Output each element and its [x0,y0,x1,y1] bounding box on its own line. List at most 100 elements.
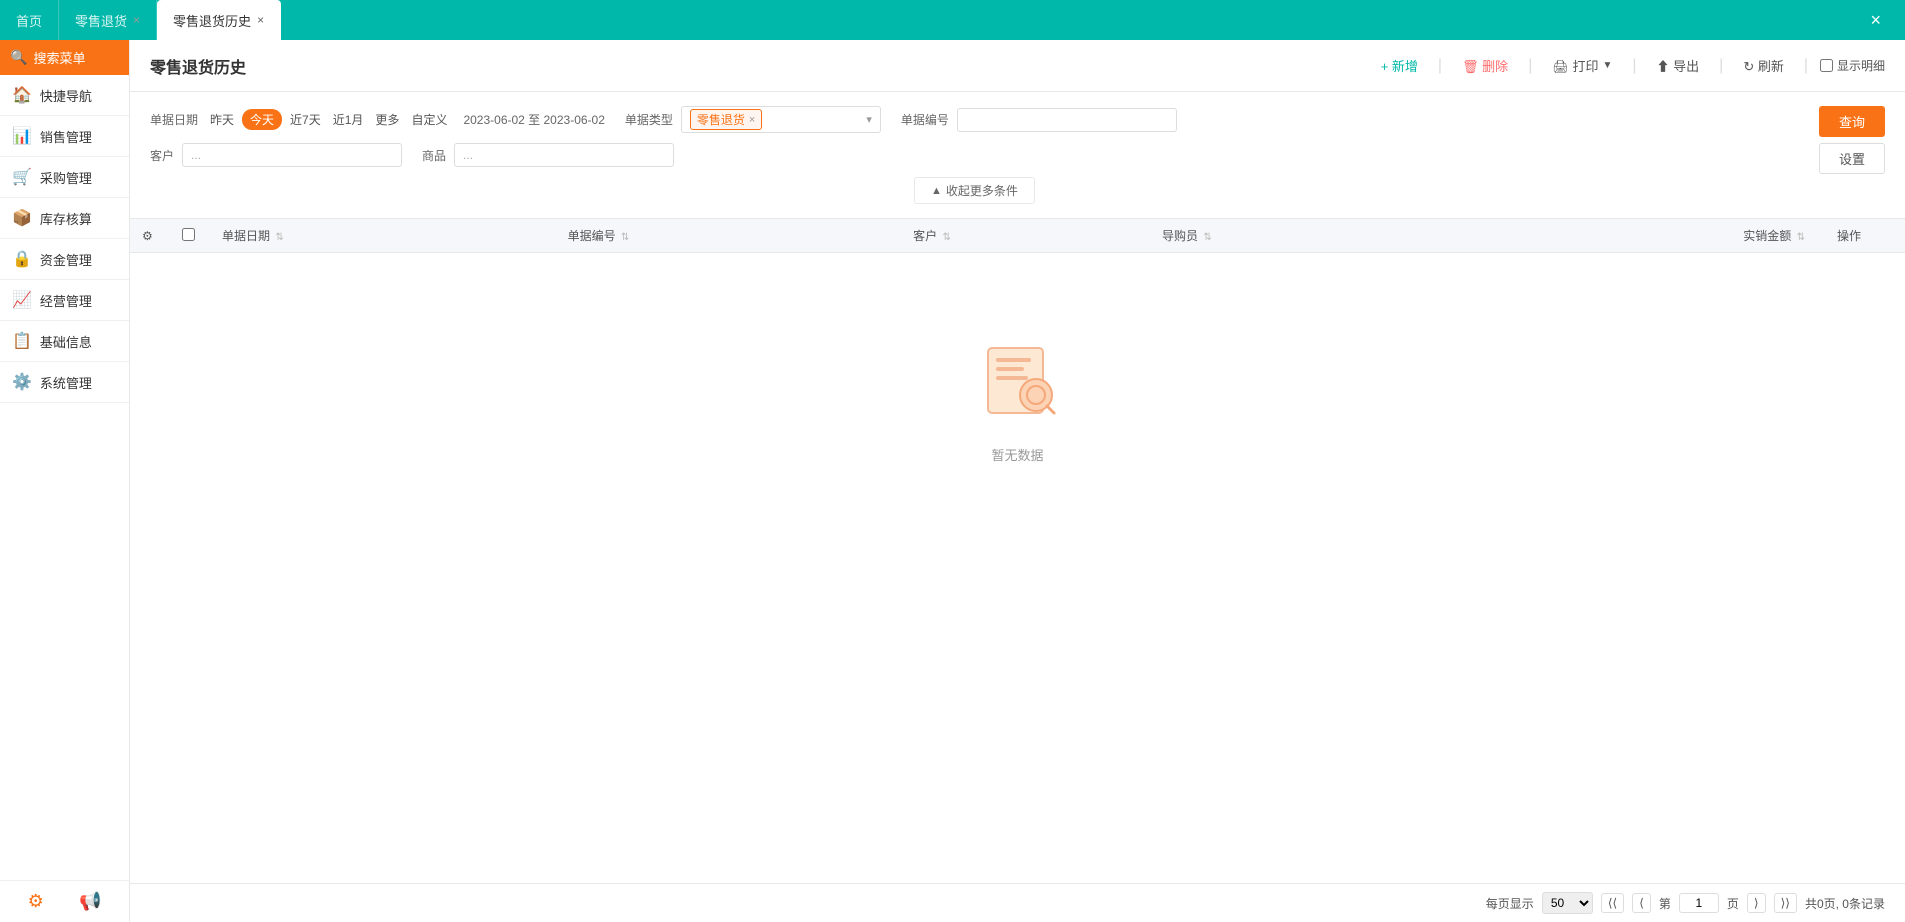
voucher-no-input[interactable] [957,108,1177,132]
voucher-type-label: 单据类型 [625,111,673,128]
col-guide[interactable]: 导购员 ⇅ [1150,219,1447,253]
date-field: 单据日期 昨天 今天 近7天 近1月 更多 自定义 2023-06-02 至 2… [150,109,605,130]
empty-text: 暂无数据 [991,445,1043,464]
new-button[interactable]: + 新增 [1373,52,1426,79]
goods-label: 商品 [422,147,446,164]
table-settings-col[interactable]: ⚙ [130,219,170,253]
sidebar-item-system-mgmt[interactable]: ⚙️ 系统管理 [0,362,129,403]
date-yesterday[interactable]: 昨天 [206,109,238,130]
sidebar-item-label: 系统管理 [40,373,92,392]
speaker-icon[interactable]: 📢 [79,891,101,912]
sidebar-item-finance[interactable]: 🔒 资金管理 [0,239,129,280]
select-all-checkbox[interactable] [182,228,195,241]
separator-4: | [1719,57,1723,75]
date-week[interactable]: 近7天 [286,109,325,130]
sidebar-item-label: 库存核算 [40,209,92,228]
collapse-arrow-icon: ▲ [931,185,942,197]
show-detail-checkbox[interactable] [1820,59,1833,72]
separator-3: | [1632,57,1636,75]
sidebar-item-purchase-mgmt[interactable]: 🛒 采购管理 [0,157,129,198]
refresh-button[interactable]: ↻ 刷新 [1735,52,1792,79]
filter-settings-button[interactable]: 设置 [1819,143,1885,174]
sidebar-search-label: 搜索菜单 [33,48,85,67]
window-close-button[interactable]: × [1862,10,1889,31]
pagination: 每页显示 50 10 20 100 ⟨⟨ ⟨ 第 页 ⟩ ⟩⟩ 共0页, 0条记… [130,883,1905,922]
first-page-button[interactable]: ⟨⟨ [1601,893,1624,913]
purchase-icon: 🛒 [12,167,32,187]
voucher-type-tag: 零售退货 × [690,109,762,130]
collapse-button[interactable]: ▲ 收起更多条件 [914,177,1035,204]
home-icon: 🏠 [12,85,32,105]
export-button[interactable]: ⬆ 导出 [1649,52,1708,79]
col-customer[interactable]: 客户 ⇅ [901,219,1150,253]
col-date[interactable]: 单据日期 ⇅ [210,219,556,253]
sidebar-item-label: 经营管理 [40,291,92,310]
customer-label: 客户 [150,147,174,164]
empty-state: 暂无数据 [130,253,1905,544]
table-header: ⚙ 单据日期 ⇅ 单据编号 ⇅ 客户 [130,219,1905,253]
date-more[interactable]: 更多 [371,109,403,130]
form-row-1: 单据日期 昨天 今天 近7天 近1月 更多 自定义 2023-06-02 至 2… [150,106,1799,133]
delete-button[interactable]: 🗑 删除 [1454,52,1516,79]
print-chevron-icon: ▼ [1602,60,1612,71]
goods-input[interactable]: ... [454,143,674,167]
right-buttons: 查询 设置 [1819,106,1885,174]
sidebar-item-label: 采购管理 [40,168,92,187]
query-button[interactable]: 查询 [1819,106,1885,137]
system-icon: ⚙️ [12,372,32,392]
sidebar-item-quick-nav[interactable]: 🏠 快捷导航 [0,75,129,116]
total-text: 共0页, 0条记录 [1805,895,1885,912]
next-page-button[interactable]: ⟩ [1747,893,1766,913]
col-amount[interactable]: 实销金额 ⇅ [1447,219,1825,253]
last-page-button[interactable]: ⟩⟩ [1774,893,1797,913]
tab-retail-return[interactable]: 零售退货 × [59,0,157,40]
sidebar-search[interactable]: 🔍 搜索菜单 [0,40,129,75]
show-detail-toggle: 显示明细 [1820,57,1885,74]
page-suffix: 页 [1727,895,1739,912]
voucher-type-field: 单据类型 零售退货 × ▾ [625,106,881,133]
prev-page-button[interactable]: ⟨ [1632,893,1651,913]
operations-icon: 📈 [12,290,32,310]
voucher-type-tag-close[interactable]: × [749,114,755,126]
sidebar-item-label: 资金管理 [40,250,92,269]
sidebar: 🔍 搜索菜单 🏠 快捷导航 📊 销售管理 🛒 采购管理 📦 库存核算 🔒 资金管… [0,40,130,922]
col-no[interactable]: 单据编号 ⇅ [556,219,902,253]
voucher-type-select[interactable]: 零售退货 × ▾ [681,106,881,133]
voucher-no-field: 单据编号 [901,108,1177,132]
sidebar-item-sales-mgmt[interactable]: 📊 销售管理 [0,116,129,157]
sidebar-item-inventory[interactable]: 📦 库存核算 [0,198,129,239]
date-today[interactable]: 今天 [242,109,282,130]
date-range-display: 2023-06-02 至 2023-06-02 [463,111,604,128]
date-label: 单据日期 [150,111,198,128]
per-page-select[interactable]: 50 10 20 100 [1542,892,1593,914]
sidebar-item-base-info[interactable]: 📋 基础信息 [0,321,129,362]
per-page-label: 每页显示 [1486,895,1534,912]
header-actions: + 新增 | 🗑 删除 | 🖨 打印 ▼ | ⬆ 导出 | ↻ 刷新 [1373,52,1885,79]
print-button[interactable]: 🖨 打印 ▼ [1544,52,1620,79]
date-month[interactable]: 近1月 [329,109,368,130]
tab-retail-return-close[interactable]: × [133,13,140,27]
sidebar-item-label: 快捷导航 [40,86,92,105]
sidebar-item-operations[interactable]: 📈 经营管理 [0,280,129,321]
date-custom[interactable]: 自定义 [407,109,451,130]
tab-home[interactable]: 首页 [0,0,59,40]
tab-bar: 首页 零售退货 × 零售退货历史 × [0,0,1862,40]
sort-customer-icon: ⇅ [942,232,950,243]
empty-illustration [968,333,1068,433]
sort-guide-icon: ⇅ [1203,232,1211,243]
page-input[interactable] [1679,893,1719,913]
page-label: 第 [1659,895,1671,912]
customer-input[interactable]: ... [182,143,402,167]
page-header: 零售退货历史 + 新增 | 🗑 删除 | 🖨 打印 ▼ | ⬆ 导出 | [130,40,1905,92]
sidebar-bottom: ⚙ 📢 [0,880,129,922]
sort-no-icon: ⇅ [621,232,629,243]
settings-gear-icon[interactable]: ⚙ [28,891,44,912]
tab-retail-return-history-close[interactable]: × [257,13,264,27]
tab-retail-return-history[interactable]: 零售退货历史 × [157,0,281,40]
table-checkbox-col[interactable] [170,219,210,253]
sidebar-item-label: 基础信息 [40,332,92,351]
top-bar: 首页 零售退货 × 零售退货历史 × × [0,0,1905,40]
separator-5: | [1804,57,1808,75]
customer-field: 客户 ... [150,143,402,167]
inventory-icon: 📦 [12,208,32,228]
